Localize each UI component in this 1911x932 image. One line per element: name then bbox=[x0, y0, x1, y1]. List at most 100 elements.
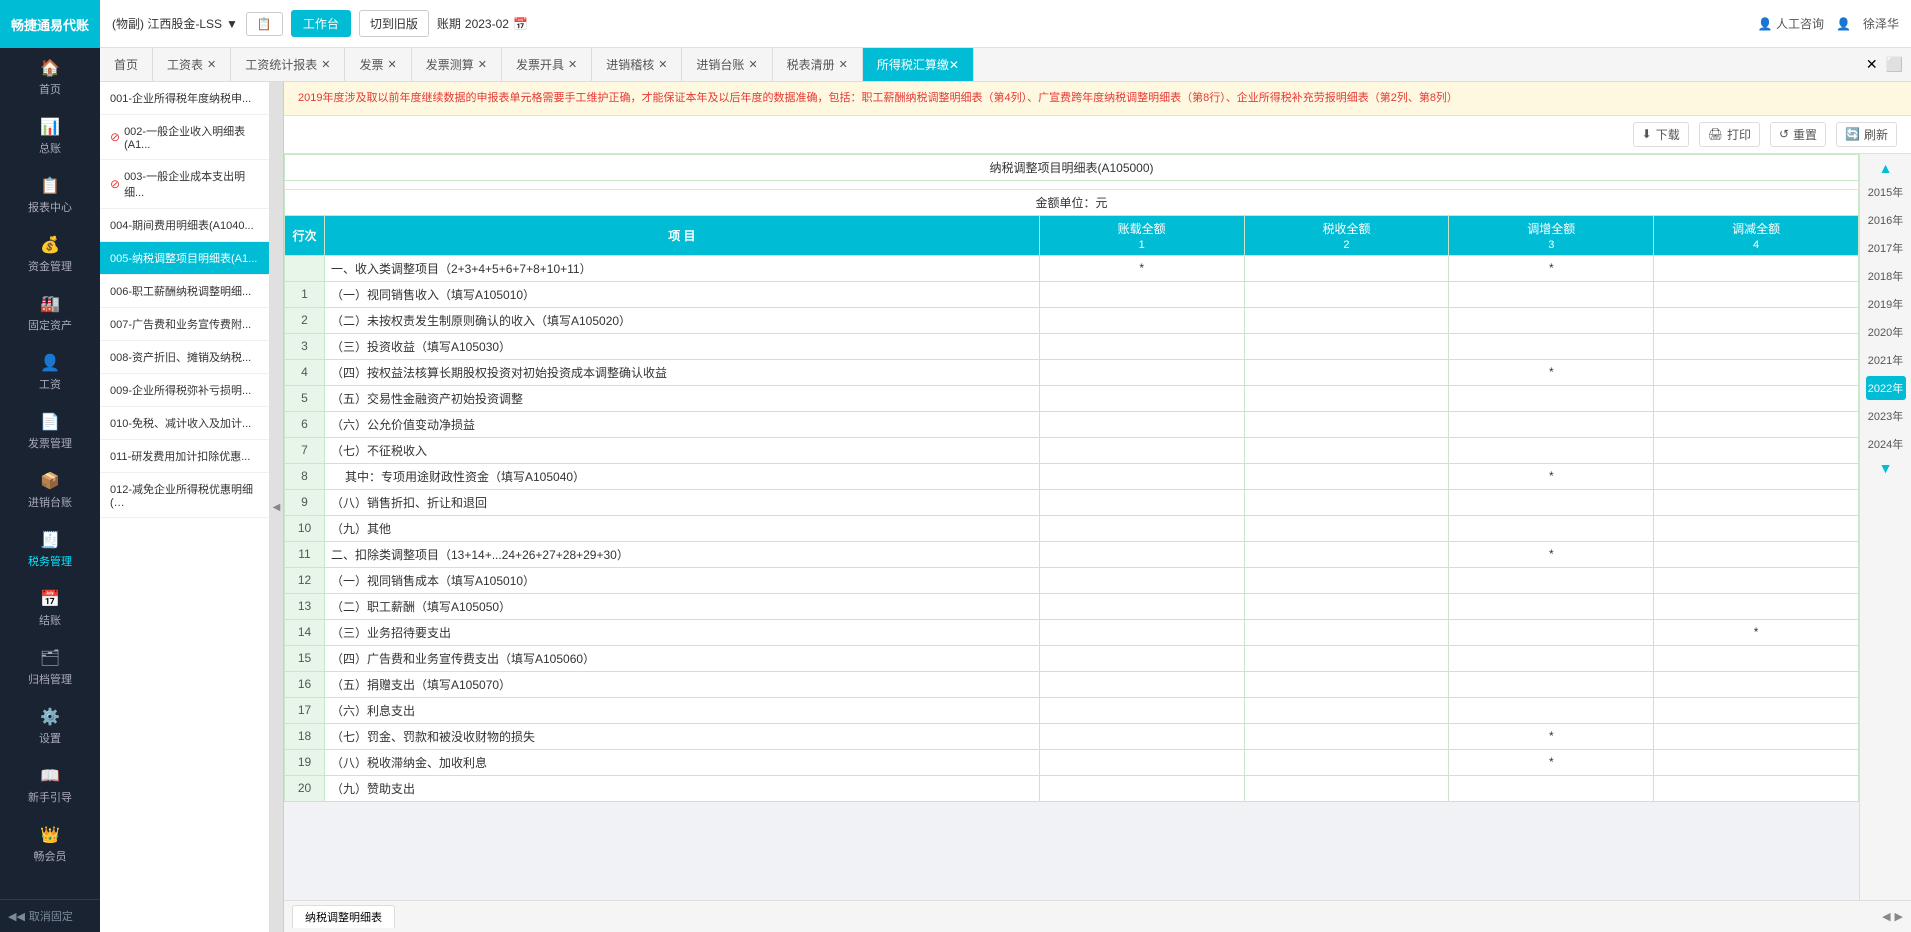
cell-increase[interactable] bbox=[1449, 645, 1654, 671]
sidebar-item-settings[interactable]: ⚙️ 设置 bbox=[0, 697, 100, 756]
close-icon[interactable]: ✕ bbox=[478, 58, 487, 71]
cell-increase[interactable] bbox=[1449, 411, 1654, 437]
form-item-006[interactable]: 006-职工薪酬纳税调整明细... bbox=[100, 275, 269, 308]
period-selector[interactable]: 账期 2023-02 📅 bbox=[437, 15, 528, 32]
cell-increase[interactable] bbox=[1449, 307, 1654, 333]
year-2024[interactable]: 2024年 bbox=[1866, 432, 1906, 456]
cell-tax[interactable] bbox=[1244, 333, 1449, 359]
cell-booked[interactable] bbox=[1039, 775, 1244, 801]
cell-tax[interactable] bbox=[1244, 593, 1449, 619]
cell-increase[interactable]: * bbox=[1449, 541, 1654, 567]
sidebar-item-ledger[interactable]: 📊 总账 bbox=[0, 107, 100, 166]
cell-decrease[interactable] bbox=[1654, 255, 1859, 281]
cell-booked[interactable] bbox=[1039, 437, 1244, 463]
sidebar-item-assets[interactable]: 🏭 固定资产 bbox=[0, 284, 100, 343]
sidebar-item-salary[interactable]: 👤 工资 bbox=[0, 343, 100, 402]
table-container[interactable]: 纳税调整项目明细表(A105000) 金额单位：元 bbox=[284, 154, 1859, 901]
cell-increase[interactable]: * bbox=[1449, 463, 1654, 489]
cell-tax[interactable] bbox=[1244, 359, 1449, 385]
cell-decrease[interactable] bbox=[1654, 723, 1859, 749]
sidebar-item-vip[interactable]: 👑 畅会员 bbox=[0, 815, 100, 874]
cell-tax[interactable] bbox=[1244, 697, 1449, 723]
year-up-btn[interactable]: ▲ bbox=[1877, 158, 1895, 178]
pin-toggle[interactable]: ◀◀ 取消固定 bbox=[0, 899, 100, 932]
year-down-btn[interactable]: ▼ bbox=[1877, 458, 1895, 478]
year-2023[interactable]: 2023年 bbox=[1866, 404, 1906, 428]
tab-salary-report[interactable]: 工资统计报表 ✕ bbox=[231, 48, 345, 81]
cell-increase[interactable] bbox=[1449, 697, 1654, 723]
form-item-010[interactable]: 010-免税、减计收入及加计... bbox=[100, 407, 269, 440]
cell-increase[interactable] bbox=[1449, 619, 1654, 645]
tab-invoice[interactable]: 发票 ✕ bbox=[345, 48, 411, 81]
year-2022[interactable]: 2022年 bbox=[1866, 376, 1906, 400]
cell-decrease[interactable] bbox=[1654, 593, 1859, 619]
year-2021[interactable]: 2021年 bbox=[1866, 348, 1906, 372]
cell-booked[interactable]: * bbox=[1039, 255, 1244, 281]
cell-booked[interactable] bbox=[1039, 489, 1244, 515]
cell-booked[interactable] bbox=[1039, 671, 1244, 697]
refresh-btn[interactable]: 🔄 刷新 bbox=[1836, 122, 1897, 147]
cell-increase[interactable] bbox=[1449, 489, 1654, 515]
sidebar-item-close-books[interactable]: 📅 结账 bbox=[0, 579, 100, 638]
cell-decrease[interactable] bbox=[1654, 671, 1859, 697]
cell-booked[interactable] bbox=[1039, 281, 1244, 307]
cell-decrease[interactable] bbox=[1654, 307, 1859, 333]
cell-booked[interactable] bbox=[1039, 749, 1244, 775]
sidebar-item-guide[interactable]: 📖 新手引导 bbox=[0, 756, 100, 815]
cell-tax[interactable] bbox=[1244, 671, 1449, 697]
reset-btn[interactable]: ↺ 重置 bbox=[1770, 122, 1826, 147]
bottom-tab-tax-adjustment[interactable]: 纳税调整明细表 bbox=[292, 905, 395, 928]
cell-increase[interactable] bbox=[1449, 515, 1654, 541]
cell-decrease[interactable] bbox=[1654, 281, 1859, 307]
cell-tax[interactable] bbox=[1244, 541, 1449, 567]
cell-tax[interactable] bbox=[1244, 749, 1449, 775]
form-item-011[interactable]: 011-研发费用加计扣除优惠... bbox=[100, 440, 269, 473]
cell-booked[interactable] bbox=[1039, 697, 1244, 723]
cell-booked[interactable] bbox=[1039, 307, 1244, 333]
form-item-008[interactable]: 008-资产折旧、摊销及纳税... bbox=[100, 341, 269, 374]
cell-decrease[interactable] bbox=[1654, 437, 1859, 463]
company-selector[interactable]: (物副) 江西股金-LSS ▼ bbox=[112, 15, 238, 32]
close-icon[interactable]: ✕ bbox=[207, 58, 216, 71]
cell-booked[interactable] bbox=[1039, 359, 1244, 385]
form-item-004[interactable]: 004-期间费用明细表(A1040... bbox=[100, 209, 269, 242]
cell-tax[interactable] bbox=[1244, 567, 1449, 593]
cell-increase[interactable]: * bbox=[1449, 359, 1654, 385]
tab-invoice-calc[interactable]: 发票测算 ✕ bbox=[412, 48, 502, 81]
cell-tax[interactable] bbox=[1244, 255, 1449, 281]
panel-collapse-arrow[interactable]: ◀ bbox=[270, 82, 284, 932]
sidebar-item-tax[interactable]: 🧾 税务管理 bbox=[0, 520, 100, 579]
copy-btn[interactable]: 📋 bbox=[246, 12, 283, 36]
form-item-003[interactable]: ⊘ 003-一般企业成本支出明细... bbox=[100, 160, 269, 209]
tab-purchase-sales-ledger[interactable]: 进销台账 ✕ bbox=[682, 48, 772, 81]
scroll-left-icon[interactable]: ◀ bbox=[1882, 910, 1890, 923]
cell-tax[interactable] bbox=[1244, 723, 1449, 749]
close-icon[interactable]: ✕ bbox=[321, 58, 330, 71]
cell-decrease[interactable] bbox=[1654, 489, 1859, 515]
cell-tax[interactable] bbox=[1244, 463, 1449, 489]
cell-booked[interactable] bbox=[1039, 567, 1244, 593]
cell-increase[interactable] bbox=[1449, 385, 1654, 411]
year-2019[interactable]: 2019年 bbox=[1866, 292, 1906, 316]
cell-tax[interactable] bbox=[1244, 489, 1449, 515]
close-icon[interactable]: ✕ bbox=[658, 58, 667, 71]
form-item-002[interactable]: ⊘ 002-一般企业收入明细表(A1... bbox=[100, 115, 269, 160]
cell-tax[interactable] bbox=[1244, 619, 1449, 645]
sidebar-item-reports[interactable]: 📋 报表中心 bbox=[0, 166, 100, 225]
cell-booked[interactable] bbox=[1039, 411, 1244, 437]
cell-tax[interactable] bbox=[1244, 281, 1449, 307]
cell-increase[interactable] bbox=[1449, 671, 1654, 697]
tab-income-tax[interactable]: 所得税汇算缴✕ bbox=[863, 48, 974, 81]
tab-tax-forms[interactable]: 税表清册 ✕ bbox=[773, 48, 863, 81]
sidebar-item-finance[interactable]: 💰 资金管理 bbox=[0, 225, 100, 284]
year-2017[interactable]: 2017年 bbox=[1866, 236, 1906, 260]
cell-booked[interactable] bbox=[1039, 515, 1244, 541]
cell-booked[interactable] bbox=[1039, 333, 1244, 359]
cell-increase[interactable] bbox=[1449, 775, 1654, 801]
cell-booked[interactable] bbox=[1039, 541, 1244, 567]
cell-decrease[interactable] bbox=[1654, 697, 1859, 723]
form-item-007[interactable]: 007-广告费和业务宣传费附... bbox=[100, 308, 269, 341]
cell-decrease[interactable] bbox=[1654, 411, 1859, 437]
cell-decrease[interactable] bbox=[1654, 515, 1859, 541]
tab-home[interactable]: 首页 bbox=[100, 48, 153, 81]
